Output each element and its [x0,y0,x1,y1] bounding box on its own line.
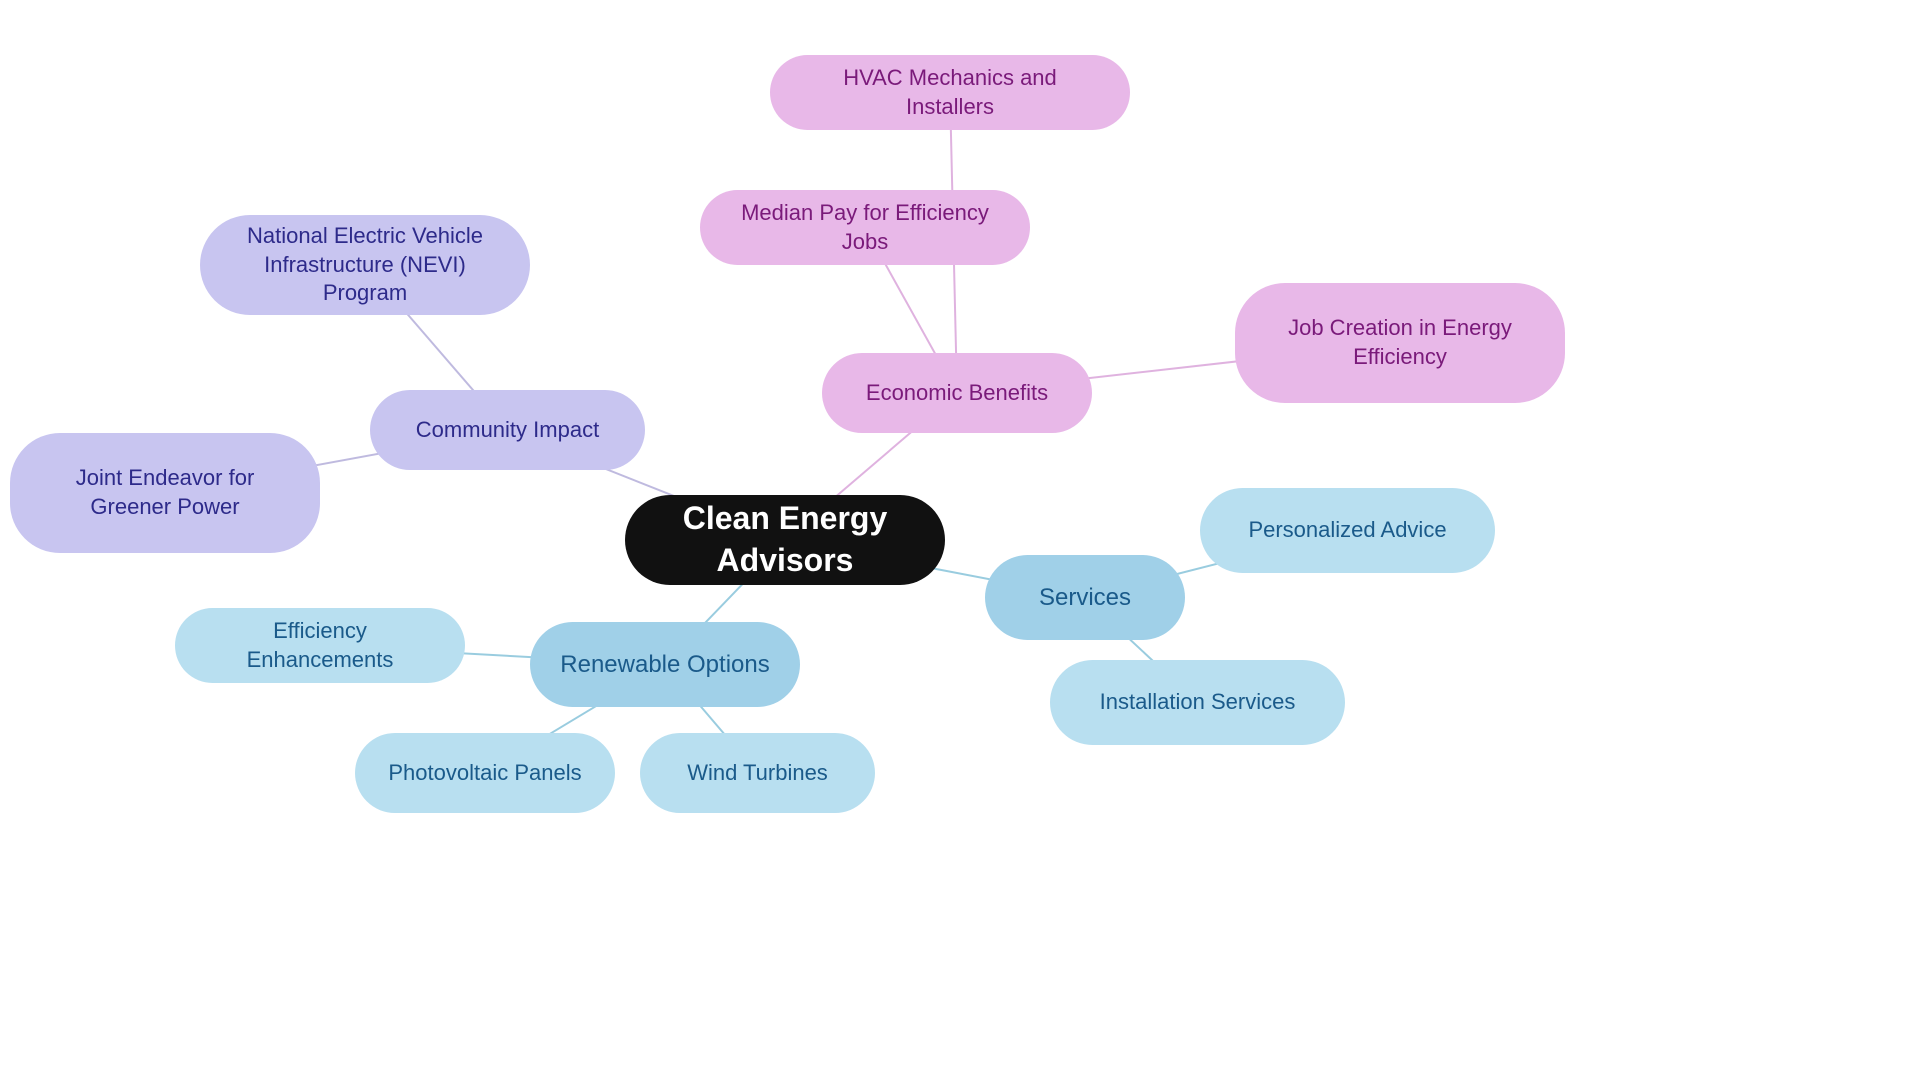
photovoltaic-node: Photovoltaic Panels [355,733,615,813]
job-creation-node: Job Creation in Energy Efficiency [1235,283,1565,403]
wind-turbines-label: Wind Turbines [687,759,828,788]
center-label: Clean Energy Advisors [653,498,917,581]
renewable-options-label: Renewable Options [560,649,769,680]
services-label: Services [1039,582,1131,613]
median-pay-label: Median Pay for Efficiency Jobs [728,199,1002,256]
hvac-label: HVAC Mechanics and Installers [798,64,1102,121]
economic-benefits-label: Economic Benefits [866,379,1048,408]
personalized-advice-label: Personalized Advice [1248,516,1446,545]
joint-endeavor-label: Joint Endeavor for Greener Power [38,464,292,521]
efficiency-enhancements-node: Efficiency Enhancements [175,608,465,683]
services-node: Services [985,555,1185,640]
community-impact-label: Community Impact [416,416,599,445]
renewable-options-node: Renewable Options [530,622,800,707]
photovoltaic-label: Photovoltaic Panels [388,759,581,788]
nevi-program-label: National Electric Vehicle Infrastructure… [228,222,502,308]
installation-services-label: Installation Services [1100,688,1296,717]
job-creation-label: Job Creation in Energy Efficiency [1263,314,1537,371]
joint-endeavor-node: Joint Endeavor for Greener Power [10,433,320,553]
center-node: Clean Energy Advisors [625,495,945,585]
wind-turbines-node: Wind Turbines [640,733,875,813]
efficiency-enhancements-label: Efficiency Enhancements [203,617,437,674]
community-impact-node: Community Impact [370,390,645,470]
hvac-node: HVAC Mechanics and Installers [770,55,1130,130]
economic-benefits-node: Economic Benefits [822,353,1092,433]
installation-services-node: Installation Services [1050,660,1345,745]
personalized-advice-node: Personalized Advice [1200,488,1495,573]
nevi-program-node: National Electric Vehicle Infrastructure… [200,215,530,315]
median-pay-node: Median Pay for Efficiency Jobs [700,190,1030,265]
